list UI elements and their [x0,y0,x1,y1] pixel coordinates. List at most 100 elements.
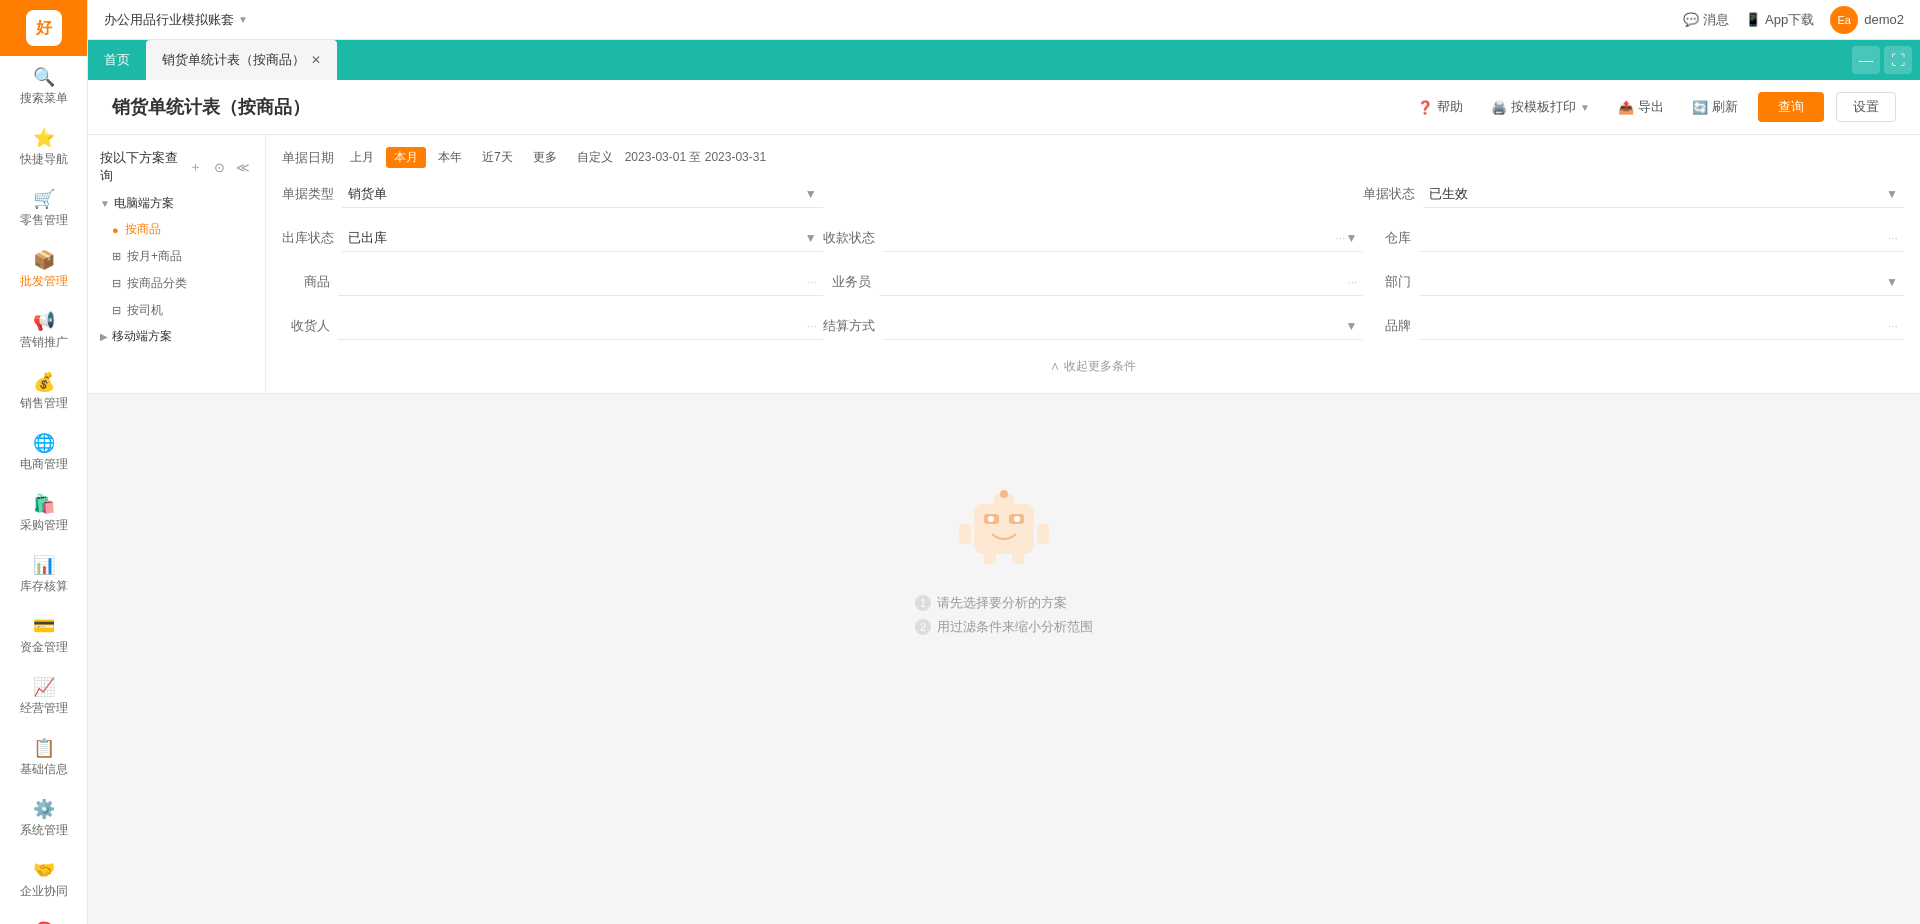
app-download-button[interactable]: 📱 App下载 [1745,11,1814,29]
minus-icon: — [1859,52,1873,68]
payment-control[interactable]: ▼ [883,312,1364,340]
date-tab-more[interactable]: 更多 [525,147,565,168]
export-button[interactable]: 📤 导出 [1610,94,1672,120]
sidebar-item-purchase[interactable]: 🛍️ 采购管理 [0,483,87,544]
user-profile[interactable]: Ea demo2 [1830,6,1904,34]
sidebar-item-marketing[interactable]: 📢 营销推广 [0,300,87,361]
sidebar-item-search[interactable]: 🔍 搜索菜单 [0,56,87,117]
salesperson-control[interactable]: ··· [879,268,1364,296]
out-status-control[interactable]: 已出库 ▼ [342,224,823,252]
message-icon: 💬 [1683,12,1699,27]
group-expand-icon-mobile: ▶ [100,331,108,342]
department-cell: 部门 ▼ [1363,264,1904,300]
tip-text-1: 请先选择要分析的方案 [937,594,1067,612]
topbar-right: 💬 消息 📱 App下载 Ea demo2 [1683,6,1904,34]
retail-icon: 🛒 [33,188,55,210]
doc-type-control[interactable]: 销货单 ▼ [342,180,823,208]
filter-right: 单据日期 上月 本月 本年 近7天 更多 自定义 2023-03-01 至 20… [266,135,1920,393]
settings-button[interactable]: 设置 [1836,92,1896,122]
product-control[interactable]: ··· [338,268,823,296]
svg-rect-0 [974,504,1034,554]
receipt-status-control[interactable]: ··· ▼ [883,224,1364,252]
sidebar-label-system: 系统管理 [20,822,68,839]
print-arrow-icon: ▼ [1580,102,1590,113]
sidebar-item-retail[interactable]: 🛒 零售管理 [0,178,87,239]
sidebar-item-cooperation[interactable]: 🤝 企业协同 [0,849,87,910]
scheme-settings-button[interactable]: ⊙ [209,157,229,177]
sidebar-label-finance: 资金管理 [20,639,68,656]
refresh-button[interactable]: 🔄 刷新 [1684,94,1746,120]
scheme-item-month-label: 按月+商品 [127,248,182,265]
tab-home[interactable]: 首页 [88,40,146,80]
empty-tip-2: 2 用过滤条件来缩小分析范围 [915,618,1093,636]
sidebar-item-inventory[interactable]: 📊 库存核算 [0,544,87,605]
warehouse-cell: 仓库 ··· [1363,220,1904,256]
tab-minimize-button[interactable]: — [1852,46,1880,74]
scheme-add-button[interactable]: ＋ [185,157,205,177]
salesperson-dots-icon: ··· [1347,275,1357,289]
svg-point-6 [1000,490,1008,498]
date-tab-last7[interactable]: 近7天 [474,147,521,168]
scheme-item-by-category[interactable]: ⊟ 按商品分类 [88,270,265,297]
doc-type-label: 单据类型 [282,185,342,203]
date-tab-this-year[interactable]: 本年 [430,147,470,168]
filter-row-3: 出库状态 已出库 ▼ 收款状态 ··· ▼ [282,220,1904,256]
search-icon: 🔍 [33,66,55,88]
scheme-group-pc[interactable]: ▼ 电脑端方案 [88,191,265,216]
account-name: 办公用品行业模拟账套 [104,11,234,29]
tab-close-icon[interactable]: ✕ [311,53,321,67]
department-control[interactable]: ▼ [1419,268,1904,296]
sidebar-item-finance[interactable]: 💳 资金管理 [0,605,87,666]
sidebar-label-purchase: 采购管理 [20,517,68,534]
sidebar-item-operation[interactable]: 📈 经营管理 [0,666,87,727]
scheme-collapse-button[interactable]: ≪ [233,157,253,177]
tab-maximize-button[interactable]: ⛶ [1884,46,1912,74]
date-tab-this-month[interactable]: 本月 [386,147,426,168]
sidebar-item-guide[interactable]: 🎯 新手引导 [0,910,87,924]
svg-rect-8 [1037,524,1049,544]
tab-report[interactable]: 销货单统计表（按商品） ✕ [146,40,337,80]
scheme-item-by-product[interactable]: ● 按商品 [88,216,265,243]
date-tab-last-month[interactable]: 上月 [342,147,382,168]
main-area: 办公用品行业模拟账套 ▼ 💬 消息 📱 App下载 Ea demo2 首页 销货… [88,0,1920,924]
warehouse-control[interactable]: ··· [1419,224,1904,252]
brand-control[interactable]: ··· [1419,312,1904,340]
doc-status-control[interactable]: 已生效 ▼ [1423,180,1904,208]
consignee-control[interactable]: ··· [338,312,823,340]
tabbar-right-actions: — ⛶ [1852,46,1920,74]
account-selector[interactable]: 办公用品行业模拟账套 ▼ [104,11,248,29]
empty-state: 1 请先选择要分析的方案 2 用过滤条件来缩小分析范围 [88,394,1920,716]
sidebar-item-sales[interactable]: 💰 销售管理 [0,361,87,422]
tip-num-2: 2 [915,619,931,635]
sidebar-item-wholesale[interactable]: 📦 批发管理 [0,239,87,300]
scheme-group-pc-label: 电脑端方案 [114,195,174,212]
system-icon: ⚙️ [33,798,55,820]
collapse-row[interactable]: ∧ 收起更多条件 [282,352,1904,381]
sidebar-item-quick-nav[interactable]: ⭐ 快捷导航 [0,117,87,178]
query-button[interactable]: 查询 [1758,92,1824,122]
scheme-item-dot-icon: ● [112,224,119,236]
print-icon: 🖨️ [1491,100,1507,115]
filter-area: 按以下方案查询 ＋ ⊙ ≪ ▼ 电脑端方案 ● 按商品 [88,135,1920,394]
svg-rect-7 [959,524,971,544]
sidebar-item-system[interactable]: ⚙️ 系统管理 [0,788,87,849]
template-print-button[interactable]: 🖨️ 按模板打印 ▼ [1483,94,1598,120]
date-tab-group: 上月 本月 本年 近7天 更多 自定义 [342,147,621,168]
svg-point-4 [1014,516,1020,522]
help-button[interactable]: ❓ 帮助 [1409,94,1471,120]
sidebar-label-quick-nav: 快捷导航 [20,151,68,168]
tip-text-2: 用过滤条件来缩小分析范围 [937,618,1093,636]
scheme-item-by-printer[interactable]: ⊟ 按司机 [88,297,265,324]
sidebar-item-basic[interactable]: 📋 基础信息 [0,727,87,788]
app-download-label: App下载 [1765,11,1814,29]
basic-icon: 📋 [33,737,55,759]
scheme-group-mobile[interactable]: ▶ 移动端方案 [88,324,265,349]
warehouse-label: 仓库 [1363,229,1419,247]
receipt-status-cell: 收款状态 ··· ▼ [823,220,1364,256]
out-status-value: 已出库 [348,229,805,247]
date-tab-custom[interactable]: 自定义 [569,147,621,168]
scheme-item-by-month-product[interactable]: ⊞ 按月+商品 [88,243,265,270]
receipt-arrow-icon: ▼ [1345,231,1357,245]
sidebar-item-ecommerce[interactable]: 🌐 电商管理 [0,422,87,483]
message-button[interactable]: 💬 消息 [1683,11,1729,29]
